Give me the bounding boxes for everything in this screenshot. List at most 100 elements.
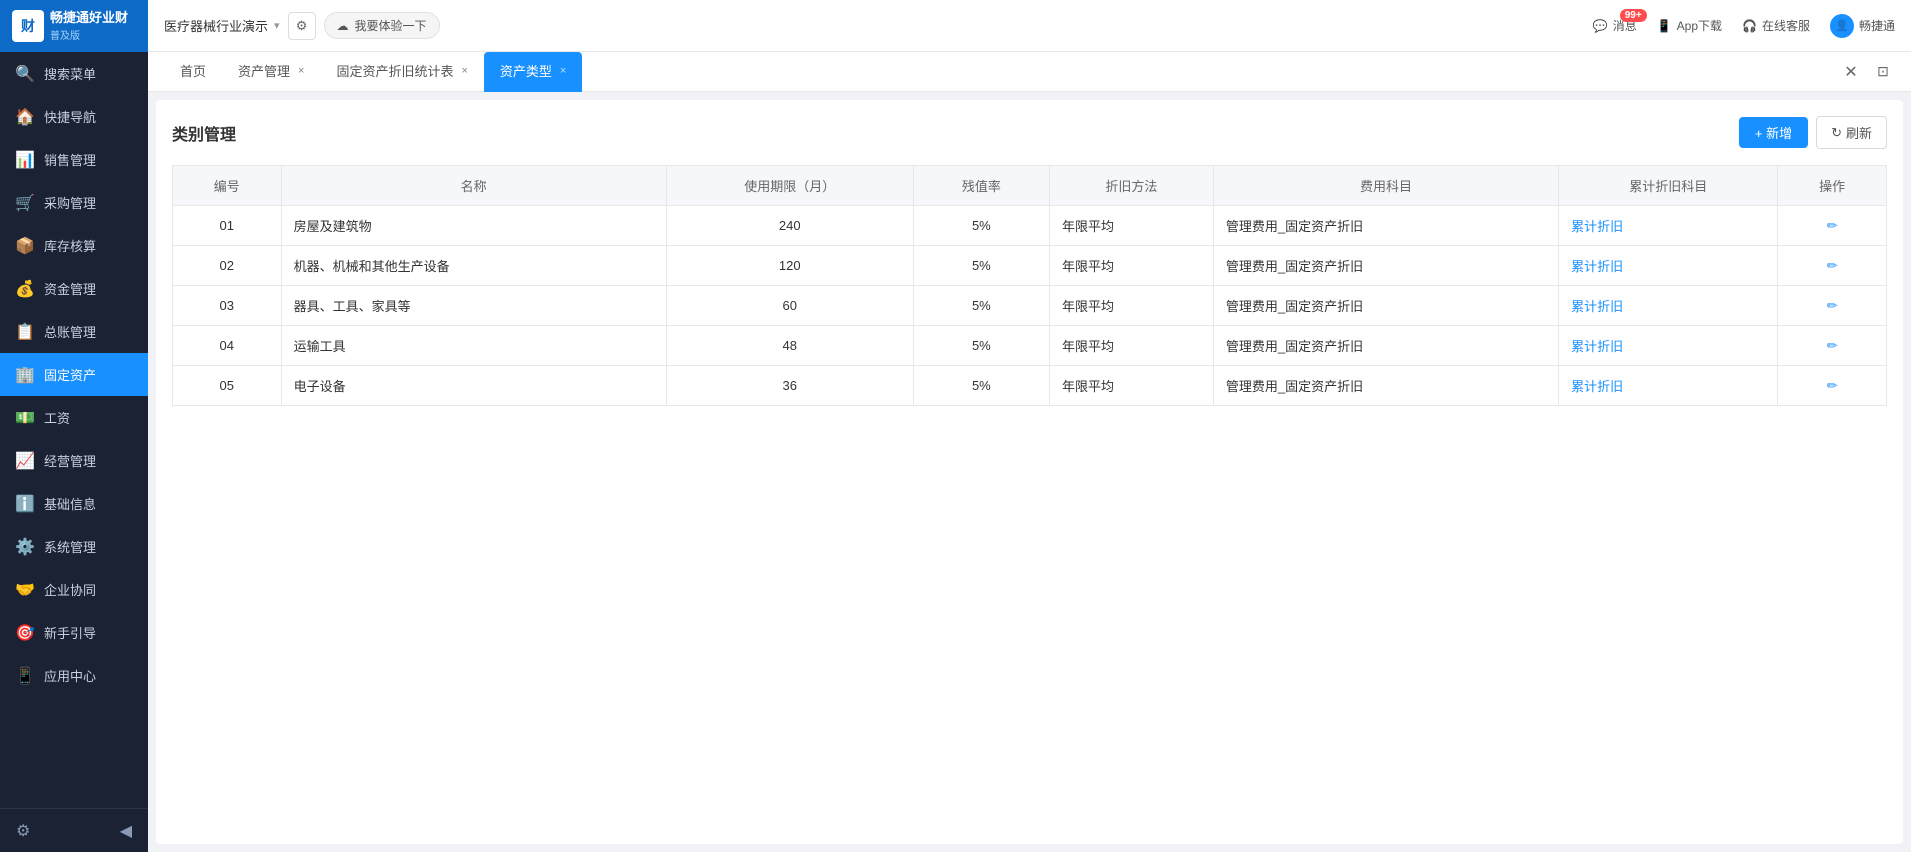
app-name: 畅捷通好业财 <box>50 10 128 27</box>
tab-depreciation-label: 固定资产折旧统计表 <box>336 61 453 80</box>
tabs-close-button[interactable]: ✕ <box>1839 60 1863 84</box>
cell-period: 48 <box>666 326 913 366</box>
sidebar-item-label: 应用中心 <box>44 666 96 685</box>
refresh-button[interactable]: ↻ 刷新 <box>1816 116 1887 149</box>
sidebar-item-app-center[interactable]: 📱 应用中心 <box>0 654 148 697</box>
sidebar-item-basic-info[interactable]: ℹ️ 基础信息 <box>0 482 148 525</box>
sidebar-item-label: 快捷导航 <box>44 107 96 126</box>
cell-code: 02 <box>173 246 282 286</box>
tabs-actions: ✕ ⊡ <box>1839 60 1895 84</box>
sidebar-item-label: 系统管理 <box>44 537 96 556</box>
cell-code: 03 <box>173 286 282 326</box>
new-button[interactable]: + 新增 <box>1739 117 1808 148</box>
tab-home-label: 首页 <box>180 61 206 80</box>
cell-residual: 5% <box>913 366 1049 406</box>
cell-method: 年限平均 <box>1049 286 1213 326</box>
online-service-label: 在线客服 <box>1762 17 1810 34</box>
cell-accum-subject: 累计折旧 <box>1559 206 1778 246</box>
tab-close-icon[interactable]: × <box>461 65 467 77</box>
content-area: 类别管理 + 新增 ↻ 刷新 编号 名称 使用期限（月） 残值率 折旧方法 费用… <box>156 100 1903 844</box>
sidebar-item-system[interactable]: ⚙️ 系统管理 <box>0 525 148 568</box>
refresh-icon: ↻ <box>1831 125 1842 141</box>
col-period: 使用期限（月） <box>666 166 913 206</box>
tab-close-icon[interactable]: × <box>298 65 304 77</box>
tab-home[interactable]: 首页 <box>164 52 222 92</box>
cell-period: 240 <box>666 206 913 246</box>
tab-asset-management-label: 资产管理 <box>238 61 290 80</box>
cell-name: 电子设备 <box>281 366 666 406</box>
col-method: 折旧方法 <box>1049 166 1213 206</box>
sidebar-item-ledger[interactable]: 📋 总账管理 <box>0 310 148 353</box>
sidebar-item-search[interactable]: 🔍 搜索菜单 <box>0 52 148 95</box>
cell-code: 04 <box>173 326 282 366</box>
sidebar-item-label: 新手引导 <box>44 623 96 642</box>
tabs-expand-button[interactable]: ⊡ <box>1871 60 1895 84</box>
cell-method: 年限平均 <box>1049 246 1213 286</box>
cell-accum-subject: 累计折旧 <box>1559 246 1778 286</box>
collapse-icon[interactable]: ◀ <box>120 821 132 841</box>
app-download-button[interactable]: 📱 App下载 <box>1657 17 1722 34</box>
cell-name: 机器、机械和其他生产设备 <box>281 246 666 286</box>
sidebar-item-operations[interactable]: 📈 经营管理 <box>0 439 148 482</box>
sidebar-item-payroll[interactable]: 💵 工资 <box>0 396 148 439</box>
operations-icon: 📈 <box>16 452 34 470</box>
basic-info-icon: ℹ️ <box>16 495 34 513</box>
cell-accum-subject: 累计折旧 <box>1559 286 1778 326</box>
refresh-label: 刷新 <box>1846 123 1872 142</box>
cell-action: ✏ <box>1778 246 1887 286</box>
cell-name: 器具、工具、家具等 <box>281 286 666 326</box>
cell-method: 年限平均 <box>1049 326 1213 366</box>
app-download-label: App下载 <box>1677 17 1722 34</box>
col-action: 操作 <box>1778 166 1887 206</box>
sidebar-item-sales[interactable]: 📊 销售管理 <box>0 138 148 181</box>
cell-period: 60 <box>666 286 913 326</box>
table-row: 04 运输工具 48 5% 年限平均 管理费用_固定资产折旧 累计折旧 ✏ <box>173 326 1887 366</box>
user-menu[interactable]: 👤 畅捷通 <box>1830 14 1895 38</box>
sidebar-item-enterprise[interactable]: 🤝 企业协同 <box>0 568 148 611</box>
sidebar-item-inventory[interactable]: 📦 库存核算 <box>0 224 148 267</box>
sidebar-item-guide[interactable]: 🎯 新手引导 <box>0 611 148 654</box>
app-logo: 财 畅捷通好业财 普及版 <box>0 0 148 52</box>
settings-icon[interactable]: ⚙ <box>16 821 30 841</box>
tab-asset-management[interactable]: 资产管理 × <box>222 52 320 92</box>
sidebar-item-label: 经营管理 <box>44 451 96 470</box>
sidebar-item-label: 固定资产 <box>44 365 96 384</box>
online-service-button[interactable]: 🎧 在线客服 <box>1742 17 1810 34</box>
edit-icon[interactable]: ✏ <box>1827 258 1838 273</box>
gear-button[interactable]: ⚙ <box>288 12 316 40</box>
cell-accum-subject: 累计折旧 <box>1559 326 1778 366</box>
topbar: 医疗器械行业演示 ▾ ⚙ ☁ 我要体验一下 💬 消息 99+ 📱 App下载 <box>148 0 1911 52</box>
cell-name: 房屋及建筑物 <box>281 206 666 246</box>
edit-icon[interactable]: ✏ <box>1827 298 1838 313</box>
cell-residual: 5% <box>913 206 1049 246</box>
tab-close-active-icon[interactable]: × <box>560 65 566 77</box>
app-version: 普及版 <box>50 27 128 42</box>
topbar-left: 医疗器械行业演示 ▾ ⚙ ☁ 我要体验一下 <box>164 12 1581 40</box>
guide-icon: 🎯 <box>16 624 34 642</box>
content-header: 类别管理 + 新增 ↻ 刷新 <box>172 116 1887 149</box>
tab-asset-type[interactable]: 资产类型 × <box>484 52 582 92</box>
sidebar-item-label: 搜索菜单 <box>44 64 96 83</box>
sidebar-item-label: 企业协同 <box>44 580 96 599</box>
sidebar-item-label: 资金管理 <box>44 279 96 298</box>
cell-action: ✏ <box>1778 366 1887 406</box>
sidebar-item-capital[interactable]: 💰 资金管理 <box>0 267 148 310</box>
search-icon: 🔍 <box>16 65 34 83</box>
sidebar-item-fixed-assets[interactable]: 🏢 固定资产 <box>0 353 148 396</box>
cell-code: 01 <box>173 206 282 246</box>
sidebar-item-label: 销售管理 <box>44 150 96 169</box>
cloud-icon: ☁ <box>337 19 349 33</box>
edit-icon[interactable]: ✏ <box>1827 218 1838 233</box>
download-icon: 📱 <box>1657 19 1672 33</box>
current-module[interactable]: 医疗器械行业演示 ▾ <box>164 16 280 35</box>
message-button[interactable]: 💬 消息 99+ <box>1593 17 1637 34</box>
sidebar-item-quick-nav[interactable]: 🏠 快捷导航 <box>0 95 148 138</box>
edit-icon[interactable]: ✏ <box>1827 338 1838 353</box>
tab-depreciation[interactable]: 固定资产折旧统计表 × <box>320 52 483 92</box>
sidebar-item-label: 库存核算 <box>44 236 96 255</box>
module-name: 医疗器械行业演示 <box>164 16 268 35</box>
sidebar-item-purchase[interactable]: 🛒 采购管理 <box>0 181 148 224</box>
cell-action: ✏ <box>1778 326 1887 366</box>
edit-icon[interactable]: ✏ <box>1827 378 1838 393</box>
experience-button[interactable]: ☁ 我要体验一下 <box>324 12 440 39</box>
